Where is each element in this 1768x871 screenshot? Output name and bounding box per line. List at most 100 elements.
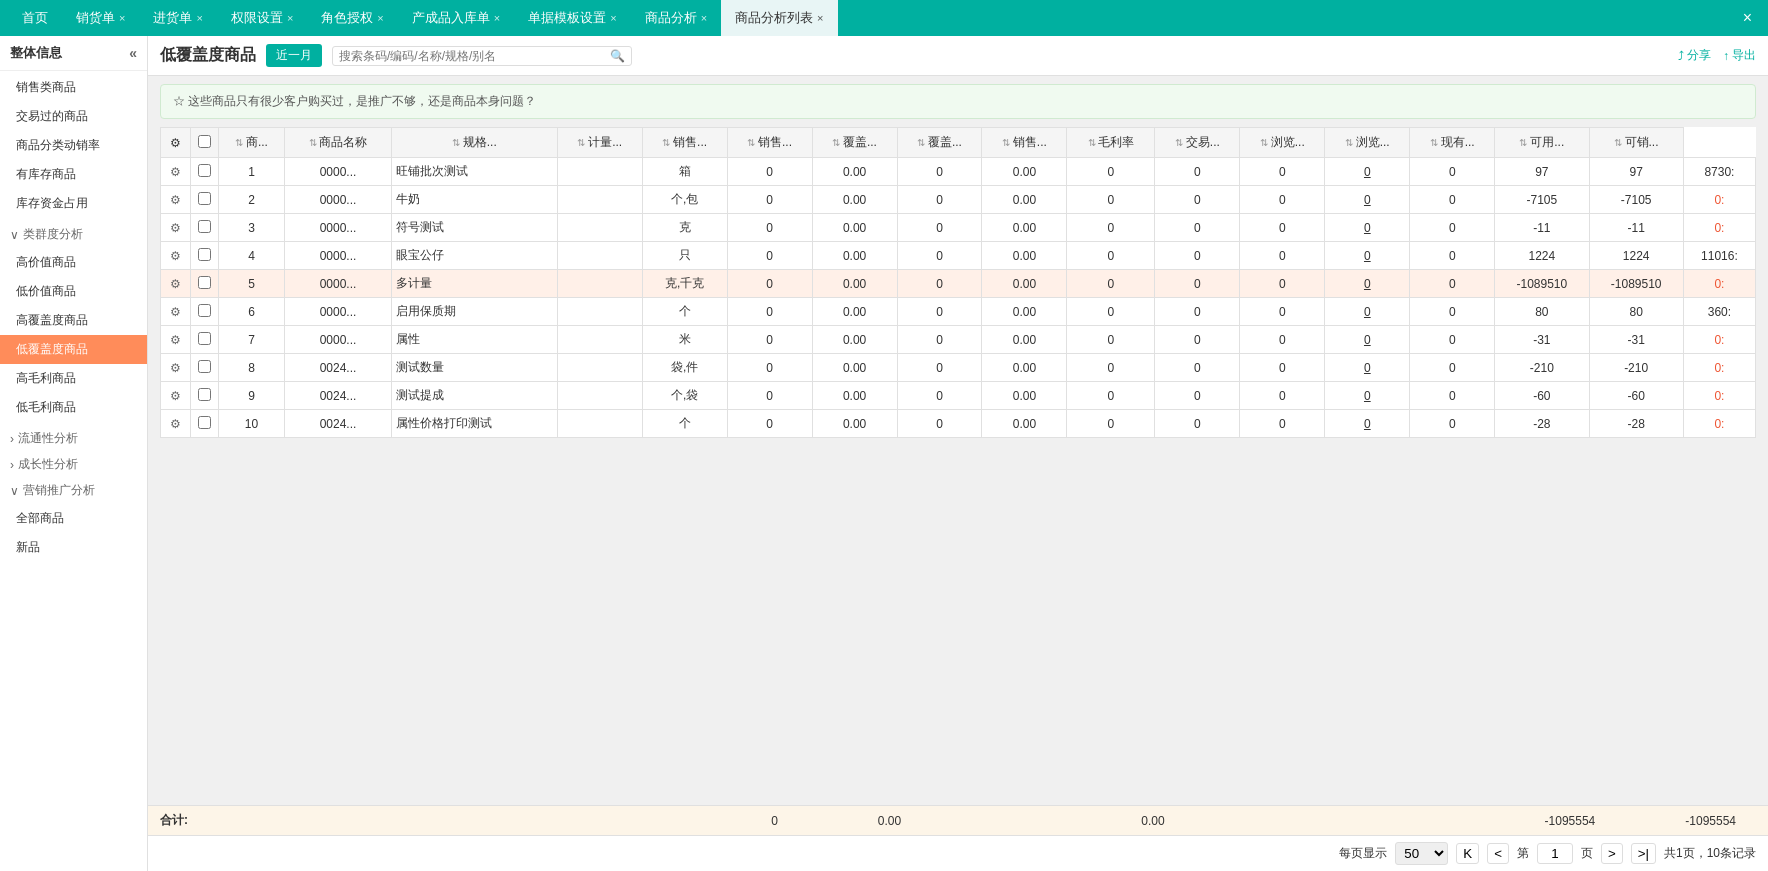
nav-role-auth[interactable]: 角色授权 × — [307, 0, 397, 36]
sidebar-item-high-coverage[interactable]: 高覆盖度商品 — [0, 306, 147, 335]
row-checkbox[interactable] — [198, 332, 211, 345]
row-checkbox[interactable] — [198, 360, 211, 373]
row-checkbox[interactable] — [198, 304, 211, 317]
th-name[interactable]: 商品名称 — [284, 128, 391, 158]
nav-close-role[interactable]: × — [377, 12, 383, 24]
cell-browse1[interactable]: 0 — [1325, 354, 1410, 382]
cell-gear[interactable]: ⚙ — [161, 214, 191, 242]
sidebar-item-low-value[interactable]: 低价值商品 — [0, 277, 147, 306]
browse-link[interactable]: 0 — [1364, 305, 1371, 319]
row-gear-icon[interactable]: ⚙ — [170, 333, 181, 347]
next-page-button[interactable]: > — [1601, 843, 1623, 864]
cell-gear[interactable]: ⚙ — [161, 158, 191, 186]
nav-product-analysis[interactable]: 商品分析 × — [631, 0, 721, 36]
cell-browse1[interactable]: 0 — [1325, 242, 1410, 270]
cell-browse1[interactable]: 0 — [1325, 410, 1410, 438]
period-button[interactable]: 近一月 — [266, 44, 322, 67]
browse-link[interactable]: 0 — [1364, 389, 1371, 403]
th-browse2[interactable]: 浏览... — [1325, 128, 1410, 158]
sidebar-collapse-button[interactable]: « — [129, 45, 137, 61]
th-saleable[interactable]: 可销... — [1589, 128, 1683, 158]
cell-gear[interactable]: ⚙ — [161, 186, 191, 214]
row-checkbox[interactable] — [198, 416, 211, 429]
search-icon[interactable]: 🔍 — [610, 49, 625, 63]
th-gear[interactable]: ⚙ — [161, 128, 191, 158]
nav-close-permission[interactable]: × — [287, 12, 293, 24]
cell-browse1[interactable]: 0 — [1325, 382, 1410, 410]
cell-checkbox[interactable] — [191, 158, 219, 186]
row-gear-icon[interactable]: ⚙ — [170, 221, 181, 235]
th-browse1[interactable]: 浏览... — [1240, 128, 1325, 158]
th-trade[interactable]: 交易... — [1155, 128, 1240, 158]
per-page-select[interactable]: 50 100 200 — [1395, 842, 1448, 865]
browse-link[interactable]: 0 — [1364, 221, 1371, 235]
cell-browse1[interactable]: 0 — [1325, 186, 1410, 214]
cell-checkbox[interactable] — [191, 410, 219, 438]
cell-checkbox[interactable] — [191, 186, 219, 214]
nav-sales-order[interactable]: 销货单 × — [62, 0, 139, 36]
th-spec[interactable]: 规格... — [392, 128, 558, 158]
browse-link[interactable]: 0 — [1364, 193, 1371, 207]
page-number-input[interactable] — [1537, 843, 1573, 864]
prev-page-button[interactable]: < — [1487, 843, 1509, 864]
first-page-button[interactable]: K — [1456, 843, 1479, 864]
row-checkbox[interactable] — [198, 276, 211, 289]
nav-close-analysis-list[interactable]: × — [817, 12, 823, 24]
close-all-tabs[interactable]: × — [1735, 9, 1760, 27]
export-button[interactable]: ↑ 导出 — [1723, 47, 1756, 64]
nav-template-settings[interactable]: 单据模板设置 × — [514, 0, 630, 36]
cell-browse1[interactable]: 0 — [1325, 326, 1410, 354]
th-unit[interactable]: 计量... — [557, 128, 642, 158]
th-checkbox[interactable] — [191, 128, 219, 158]
cell-checkbox[interactable] — [191, 214, 219, 242]
sidebar-item-in-stock[interactable]: 有库存商品 — [0, 160, 147, 189]
row-gear-icon[interactable]: ⚙ — [170, 249, 181, 263]
row-gear-icon[interactable]: ⚙ — [170, 193, 181, 207]
th-current[interactable]: 现有... — [1410, 128, 1495, 158]
nav-close-purchase[interactable]: × — [196, 12, 202, 24]
cell-checkbox[interactable] — [191, 270, 219, 298]
sidebar-item-new-products[interactable]: 新品 — [0, 533, 147, 562]
browse-link[interactable]: 0 — [1364, 417, 1371, 431]
th-available[interactable]: 可用... — [1495, 128, 1589, 158]
cell-browse1[interactable]: 0 — [1325, 214, 1410, 242]
nav-close-template[interactable]: × — [610, 12, 616, 24]
cell-gear[interactable]: ⚙ — [161, 270, 191, 298]
cell-gear[interactable]: ⚙ — [161, 382, 191, 410]
row-checkbox[interactable] — [198, 248, 211, 261]
row-gear-icon[interactable]: ⚙ — [170, 277, 181, 291]
sidebar-item-low-coverage[interactable]: 低覆盖度商品 — [0, 335, 147, 364]
row-gear-icon[interactable]: ⚙ — [170, 305, 181, 319]
sidebar-item-sales-products[interactable]: 销售类商品 — [0, 73, 147, 102]
nav-close-sales[interactable]: × — [119, 12, 125, 24]
nav-home[interactable]: 首页 — [8, 0, 62, 36]
nav-permission-settings[interactable]: 权限设置 × — [217, 0, 307, 36]
sidebar-item-all-products[interactable]: 全部商品 — [0, 504, 147, 533]
row-checkbox[interactable] — [198, 164, 211, 177]
select-all-checkbox[interactable] — [198, 135, 211, 148]
cell-browse1[interactable]: 0 — [1325, 298, 1410, 326]
cell-gear[interactable]: ⚙ — [161, 410, 191, 438]
nav-close-analysis[interactable]: × — [701, 12, 707, 24]
row-gear-icon[interactable]: ⚙ — [170, 417, 181, 431]
cell-checkbox[interactable] — [191, 242, 219, 270]
nav-close-storage[interactable]: × — [494, 12, 500, 24]
row-checkbox[interactable] — [198, 220, 211, 233]
th-cover1[interactable]: 覆盖... — [812, 128, 897, 158]
sidebar-item-traded-products[interactable]: 交易过的商品 — [0, 102, 147, 131]
share-button[interactable]: ⤴ 分享 — [1678, 47, 1711, 64]
cell-checkbox[interactable] — [191, 326, 219, 354]
th-cover2[interactable]: 覆盖... — [897, 128, 982, 158]
sidebar-item-stock-capital[interactable]: 库存资金占用 — [0, 189, 147, 218]
search-box[interactable]: 🔍 — [332, 46, 632, 66]
sidebar-item-category-rate[interactable]: 商品分类动销率 — [0, 131, 147, 160]
cell-gear[interactable]: ⚙ — [161, 354, 191, 382]
row-gear-icon[interactable]: ⚙ — [170, 361, 181, 375]
cell-checkbox[interactable] — [191, 382, 219, 410]
cell-checkbox[interactable] — [191, 298, 219, 326]
cell-gear[interactable]: ⚙ — [161, 298, 191, 326]
sidebar-item-high-gross[interactable]: 高毛利商品 — [0, 364, 147, 393]
last-page-button[interactable]: >| — [1631, 843, 1656, 864]
cell-browse1[interactable]: 0 — [1325, 270, 1410, 298]
row-gear-icon[interactable]: ⚙ — [170, 389, 181, 403]
